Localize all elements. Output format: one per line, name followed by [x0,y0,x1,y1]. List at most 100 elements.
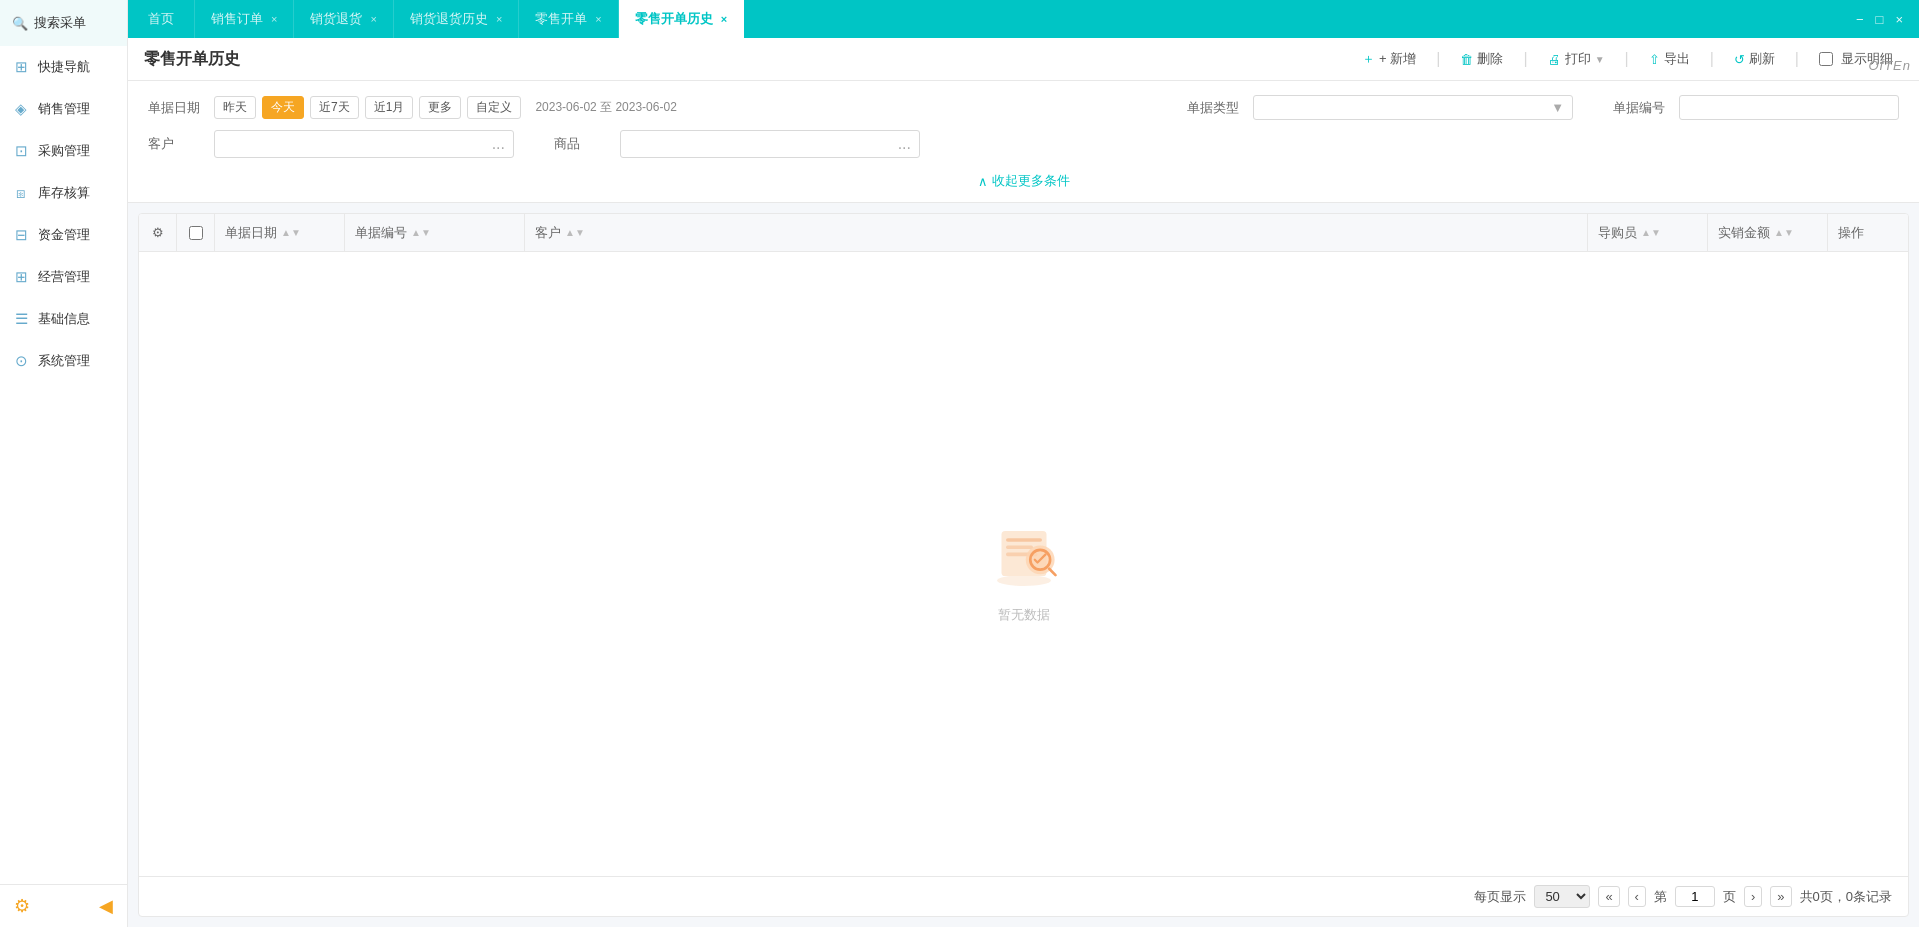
sidebar-search-label: 搜索采单 [34,14,86,32]
last-page-btn[interactable]: » [1770,886,1791,907]
goods-search-icon[interactable]: ... [898,135,911,153]
display-detail-checkbox[interactable] [1819,52,1833,66]
tab-retail-open-label: 零售开单 [535,10,587,28]
th-customer[interactable]: 客户 ▲▼ [525,214,1588,251]
export-icon: ⇧ [1649,52,1660,67]
page-input[interactable] [1675,886,1715,907]
th-order-no[interactable]: 单据编号 ▲▼ [345,214,525,251]
sidebar-item-finance[interactable]: ⊟ 资金管理 [0,214,127,256]
add-icon: ＋ [1362,50,1375,68]
sidebar-item-label: 库存核算 [38,184,90,202]
sidebar-item-label: 快捷导航 [38,58,90,76]
tab-sales-return[interactable]: 销货退货 × [294,0,393,38]
total-info: 共0页，0条记录 [1800,888,1892,906]
th-amount[interactable]: 实销金额 ▲▼ [1708,214,1828,251]
empty-state-icon [979,504,1069,594]
goods-input-wrap: ... [620,130,920,158]
sidebar-item-quick-nav[interactable]: ⊞ 快捷导航 [0,46,127,88]
tab-retail-open-history-close[interactable]: × [721,13,727,25]
export-label: 导出 [1664,50,1690,68]
collapse-more-conditions[interactable]: ∧ 收起更多条件 [148,168,1899,194]
tab-sales-order-close[interactable]: × [271,13,277,25]
table-header: ⚙ 单据日期 ▲▼ 单据编号 ▲▼ 客户 ▲▼ 导购员 [139,214,1908,252]
sidebar-item-label: 销售管理 [38,100,90,118]
customer-input[interactable] [223,137,492,152]
window-minimize[interactable]: − [1856,12,1864,27]
refresh-button[interactable]: ↺ 刷新 [1724,46,1785,72]
sidebar-item-system[interactable]: ⊙ 系统管理 [0,340,127,382]
empty-state: 暂无数据 [139,252,1908,876]
main-area: 首页 销售订单 × 销货退货 × 销货退货历史 × 零售开单 × 零售开单历史 … [128,0,1919,927]
select-all-checkbox[interactable] [189,226,203,240]
th-checkbox[interactable] [177,214,215,251]
export-button[interactable]: ⇧ 导出 [1639,46,1700,72]
brand-text: OfTEn [1868,58,1911,73]
tab-sales-order[interactable]: 销售订单 × [195,0,294,38]
goods-input[interactable] [629,137,898,152]
tab-retail-open-close[interactable]: × [595,13,601,25]
page-suffix: 页 [1723,888,1736,906]
th-date[interactable]: 单据日期 ▲▼ [215,214,345,251]
prev-page-btn[interactable]: ‹ [1628,886,1646,907]
delete-button[interactable]: 🗑 删除 [1450,46,1513,72]
sidebar-item-basic-info[interactable]: ☰ 基础信息 [0,298,127,340]
tab-home[interactable]: 首页 [128,0,195,38]
order-no-input[interactable] [1688,100,1890,115]
tab-sales-order-label: 销售订单 [211,10,263,28]
date-btn-more[interactable]: 更多 [419,96,461,119]
th-date-label: 单据日期 [225,224,277,242]
tab-sales-return-history-close[interactable]: × [496,13,502,25]
th-op-label: 操作 [1838,224,1864,242]
date-btn-last-month[interactable]: 近1月 [365,96,414,119]
sidebar-item-inventory[interactable]: ⧆ 库存核算 [0,172,127,214]
window-maximize[interactable]: □ [1876,12,1884,27]
customer-sort-icon[interactable]: ▲▼ [565,228,585,238]
amount-sort-icon[interactable]: ▲▼ [1774,228,1794,238]
add-button[interactable]: ＋ + 新增 [1352,46,1426,72]
print-button[interactable]: 🖨 打印 ▼ [1538,46,1615,72]
date-btn-custom[interactable]: 自定义 [467,96,521,119]
tab-bar: 首页 销售订单 × 销货退货 × 销货退货历史 × 零售开单 × 零售开单历史 … [128,0,1919,38]
th-guide[interactable]: 导购员 ▲▼ [1588,214,1708,251]
sidebar-search[interactable]: 🔍 搜索采单 [0,0,127,46]
sidebar-item-sales-mgmt[interactable]: ◈ 销售管理 [0,88,127,130]
window-close[interactable]: × [1895,12,1903,27]
date-btn-today[interactable]: 今天 [262,96,304,119]
table-settings-icon[interactable]: ⚙ [152,225,164,240]
divider-4: | [1710,50,1714,68]
customer-input-wrap: ... [214,130,514,158]
first-page-btn[interactable]: « [1598,886,1619,907]
sidebar-item-label: 采购管理 [38,142,90,160]
divider-1: | [1436,50,1440,68]
page-word: 第 [1654,888,1667,906]
customer-filter-label: 客户 [148,135,204,153]
type-filter-label: 单据类型 [1187,99,1243,117]
guide-sort-icon[interactable]: ▲▼ [1641,228,1661,238]
next-page-btn[interactable]: › [1744,886,1762,907]
settings-gear-icon[interactable]: ⚙ [14,895,30,917]
tab-sales-return-history[interactable]: 销货退货历史 × [394,0,519,38]
tab-sales-return-close[interactable]: × [370,13,376,25]
sidebar: 🔍 搜索采单 ⊞ 快捷导航 ◈ 销售管理 ⊡ 采购管理 ⧆ 库存核算 ⊟ 资金管… [0,0,128,927]
per-page-select[interactable]: 50 20 100 [1534,885,1590,908]
sidebar-item-purchase-mgmt[interactable]: ⊡ 采购管理 [0,130,127,172]
order-no-sort-icon[interactable]: ▲▼ [411,228,431,238]
collapse-label: 收起更多条件 [992,172,1070,190]
tab-retail-open[interactable]: 零售开单 × [519,0,618,38]
tab-retail-open-history[interactable]: 零售开单历史 × [619,0,744,38]
th-settings[interactable]: ⚙ [139,214,177,251]
add-label: + 新增 [1379,50,1416,68]
sidebar-item-label: 基础信息 [38,310,90,328]
collapse-sidebar-icon[interactable]: ◀ [99,895,113,917]
divider-5: | [1795,50,1799,68]
print-dropdown-icon: ▼ [1595,54,1605,65]
delete-label: 删除 [1477,50,1503,68]
type-filter-select[interactable]: ▼ [1253,95,1573,120]
date-btn-last7[interactable]: 近7天 [310,96,359,119]
sidebar-item-operations[interactable]: ⊞ 经营管理 [0,256,127,298]
date-sort-icon[interactable]: ▲▼ [281,228,301,238]
date-btn-yesterday[interactable]: 昨天 [214,96,256,119]
customer-search-icon[interactable]: ... [492,135,505,153]
content-area: 零售开单历史 ＋ + 新增 | 🗑 删除 | 🖨 打印 ▼ | [128,38,1919,927]
filter-date-buttons: 昨天 今天 近7天 近1月 更多 自定义 [214,96,521,119]
